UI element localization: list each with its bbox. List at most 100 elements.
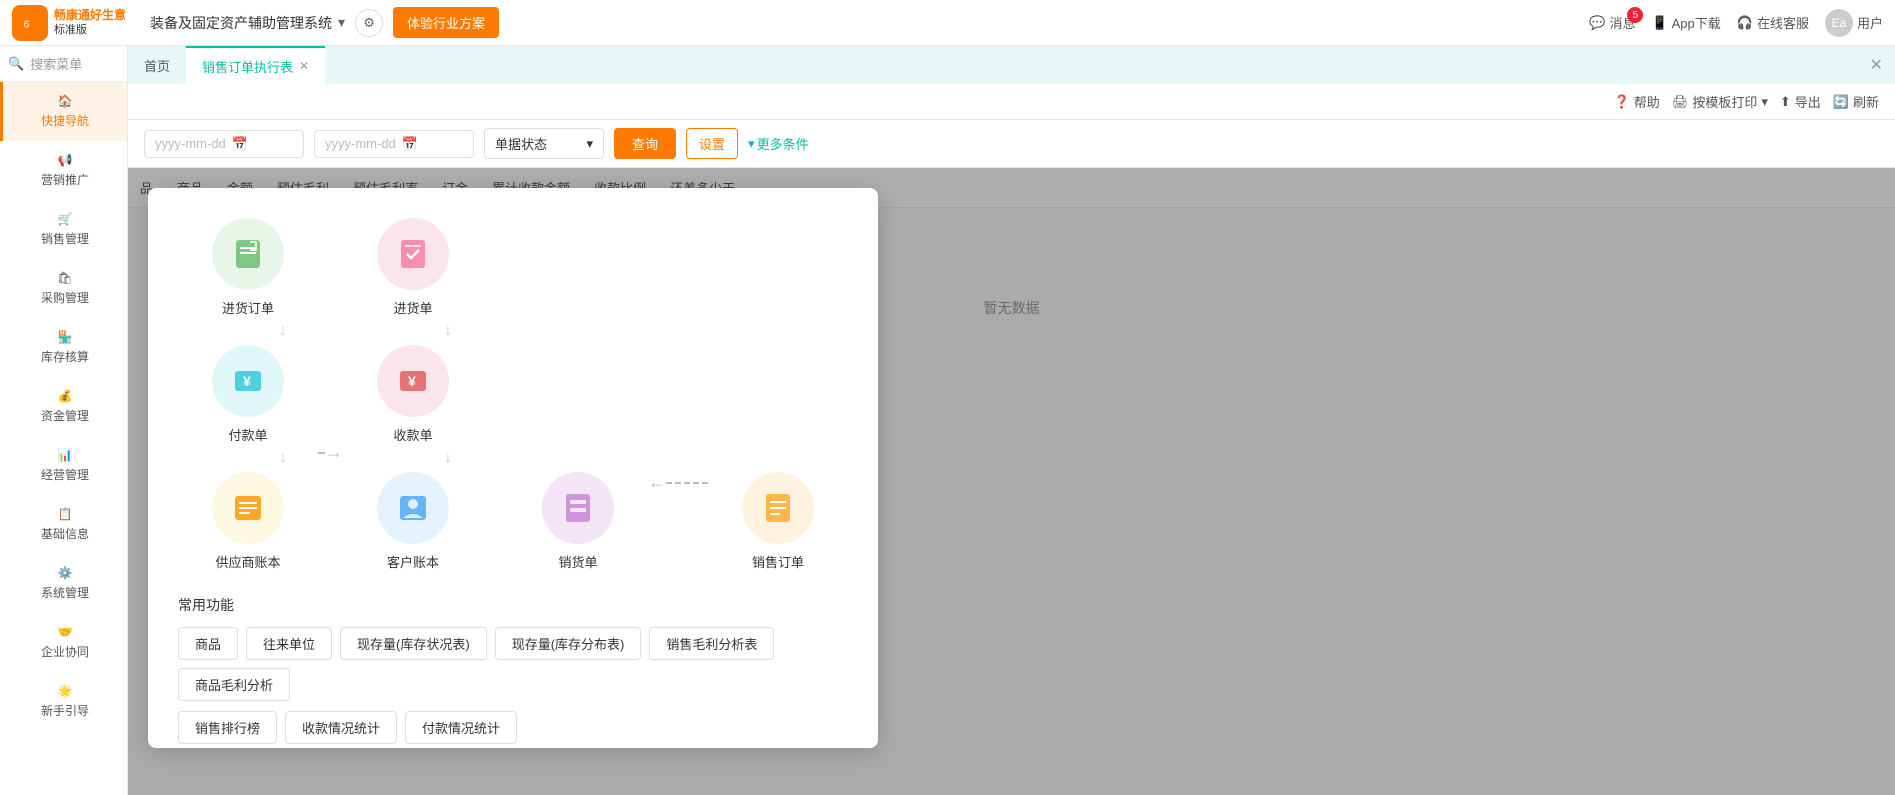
message-button[interactable]: 💬 消息 5 [1589,13,1635,32]
modal-overlay[interactable]: 进货订单 ↓ ¥ [128,168,1895,795]
sales-icon: 🛒 [58,212,73,226]
calendar-icon-2: 📅 [402,136,418,152]
logo-text: 畅康通好生意 标准版 [54,8,126,38]
refresh-icon: 🔄 [1833,94,1849,110]
arrow-down-2: ↓ [444,317,452,345]
common-functions-title: 常用功能 [178,595,848,615]
filter-bar: yyyy-mm-dd 📅 yyyy-mm-dd 📅 单据状态 ▾ 查询 设置 ▾… [128,120,1895,168]
service-icon: 🎧 [1737,15,1753,31]
flow-node-supplier[interactable]: 供应商账本 [178,472,318,571]
flow-label-receipt: 收款单 [393,425,432,444]
func-btn-receipt-stats[interactable]: 收款情况统计 [285,711,397,744]
func-btn-product[interactable]: 商品 [178,627,238,660]
func-btn-stock-status[interactable]: 现存量(库存状况表) [340,627,487,660]
sidebar-item-marketing[interactable]: 📢 营销推广 [0,141,127,200]
user-menu[interactable]: Ea 用户 [1825,9,1883,37]
sidebar-item-quick-nav[interactable]: 🏠 快捷导航 [0,82,127,141]
search-icon: 🔍 [8,56,24,72]
operations-icon: 📊 [58,448,73,462]
more-conditions-button[interactable]: ▾ 更多条件 [748,134,809,153]
content-area: 首页 销售订单执行表 ✕ ✕ ❓ 帮助 🖨 按模板打印 ▾ [128,46,1895,795]
func-btn-contacts[interactable]: 往来单位 [246,627,332,660]
main-area: 🔍 搜索菜单 🏠 快捷导航 📢 营销推广 🛒 销售管理 🛍 采购管理 🏪 [0,46,1895,795]
system-title: 装备及固定资产辅助管理系统 ▾ [150,13,345,33]
export-button[interactable]: ⬆ 导出 [1780,92,1821,111]
settings-gear-button[interactable]: ⚙ [355,9,383,37]
home-icon: 🏠 [58,94,73,108]
order-status-select[interactable]: 单据状态 ▾ [484,128,604,159]
guide-icon: 🌟 [58,684,73,698]
date-end-input[interactable]: yyyy-mm-dd 📅 [314,130,474,158]
func-btn-product-gross[interactable]: 商品毛利分析 [178,668,290,701]
flow-node-purchase-bill[interactable]: 进货单 [343,218,483,317]
sidebar-item-inventory[interactable]: 🏪 库存核算 [0,318,127,377]
flow-label-sales-order: 销售订单 [752,552,804,571]
download-icon: 📱 [1651,15,1667,31]
flow-node-receipt[interactable]: ¥ 收款单 [343,345,483,444]
sidebar-item-enterprise[interactable]: 🤝 企业协同 [0,613,127,672]
sidebar-item-sales[interactable]: 🛒 销售管理 [0,200,127,259]
help-icon: ❓ [1614,94,1630,110]
app-wrapper: 6 畅康通好生意 标准版 装备及固定资产辅助管理系统 ▾ ⚙ 体验行业方案 💬 … [0,0,1895,795]
func-btn-stock-dist[interactable]: 现存量(库存分布表) [495,627,642,660]
print-icon: 🖨 [1672,94,1689,110]
query-button[interactable]: 查询 [614,128,676,159]
function-buttons-row1: 商品 往来单位 现存量(库存状况表) 现存量(库存分布表) 销售毛利分析表 商品… [178,627,848,701]
flow-node-customer[interactable]: 客户账本 [343,472,483,571]
purchase-icon: 🛍 [57,271,72,285]
export-icon: ⬆ [1780,94,1791,110]
calendar-icon: 📅 [232,136,248,152]
function-buttons-row2: 销售排行榜 收款情况统计 付款情况统计 [178,711,848,744]
flow-node-sales-bill[interactable]: 销货单 [508,472,648,571]
func-btn-payment-stats[interactable]: 付款情况统计 [405,711,517,744]
top-bar: 6 畅康通好生意 标准版 装备及固定资产辅助管理系统 ▾ ⚙ 体验行业方案 💬 … [0,0,1895,46]
message-badge: 5 [1627,7,1643,23]
flow-section: 进货订单 ↓ ¥ [178,218,848,571]
flow-label-purchase-bill: 进货单 [393,298,432,317]
tab-bar: 首页 销售订单执行表 ✕ ✕ [128,46,1895,84]
help-button[interactable]: ❓ 帮助 [1614,92,1660,111]
sidebar-item-guide[interactable]: 🌟 新手引导 [0,672,127,731]
content-main: 品 商品 金额 预估毛利 预估毛利率 订金 累计收款金额 收款比例 还差多少天 … [128,168,1895,795]
flow-node-purchase-order[interactable]: 进货订单 [178,218,318,317]
flow-label-purchase-order: 进货订单 [222,298,274,317]
flow-label-payment: 付款单 [228,425,267,444]
sidebar-item-system[interactable]: ⚙️ 系统管理 [0,554,127,613]
tab-sales-order[interactable]: 销售订单执行表 ✕ [186,46,325,84]
svg-text:6: 6 [24,19,30,30]
sidebar-item-finance[interactable]: 💰 资金管理 [0,377,127,436]
func-btn-sales-rank[interactable]: 销售排行榜 [178,711,277,744]
search-menu-button[interactable]: 🔍 搜索菜单 [0,46,127,82]
func-btn-sales-gross[interactable]: 销售毛利分析表 [649,627,774,660]
flow-label-supplier: 供应商账本 [215,552,280,571]
trial-button[interactable]: 体验行业方案 [393,7,499,38]
template-print-button[interactable]: 🖨 按模板打印 ▾ [1672,92,1768,111]
tab-close-all-button[interactable]: ✕ [1870,55,1895,75]
arrow-down-3: ↓ [279,444,287,472]
system-dropdown-icon[interactable]: ▾ [338,14,345,31]
marketing-icon: 📢 [58,153,73,167]
message-icon: 💬 [1589,15,1605,31]
sidebar-item-operations[interactable]: 📊 经营管理 [0,436,127,495]
flow-node-sales-order[interactable]: 销售订单 [708,472,848,571]
flow-node-payment[interactable]: ¥ 付款单 [178,345,318,444]
tab-close-button[interactable]: ✕ [299,59,309,73]
content-toolbar: ❓ 帮助 🖨 按模板打印 ▾ ⬆ 导出 🔄 刷新 [128,84,1895,120]
top-bar-right: 💬 消息 5 📱 App下载 🎧 在线客服 Ea 用户 [1589,9,1883,37]
sidebar-item-purchase[interactable]: 🛍 采购管理 [0,259,127,318]
logo-area: 6 畅康通好生意 标准版 [12,5,140,41]
online-service-button[interactable]: 🎧 在线客服 [1737,13,1809,32]
refresh-button[interactable]: 🔄 刷新 [1833,92,1879,111]
avatar: Ea [1825,9,1853,37]
logo-icon: 6 [12,5,48,41]
app-download-button[interactable]: 📱 App下载 [1651,13,1720,32]
tab-home[interactable]: 首页 [128,46,186,84]
setting-button[interactable]: 设置 [686,128,738,159]
arrow-down-1: ↓ [279,317,287,345]
svg-text:¥: ¥ [243,373,251,389]
sidebar-item-basic-info[interactable]: 📋 基础信息 [0,495,127,554]
date-start-input[interactable]: yyyy-mm-dd 📅 [144,130,304,158]
flow-label-customer: 客户账本 [387,552,439,571]
flow-label-sales-bill: 销货单 [558,552,597,571]
print-dropdown-icon: ▾ [1761,94,1768,110]
